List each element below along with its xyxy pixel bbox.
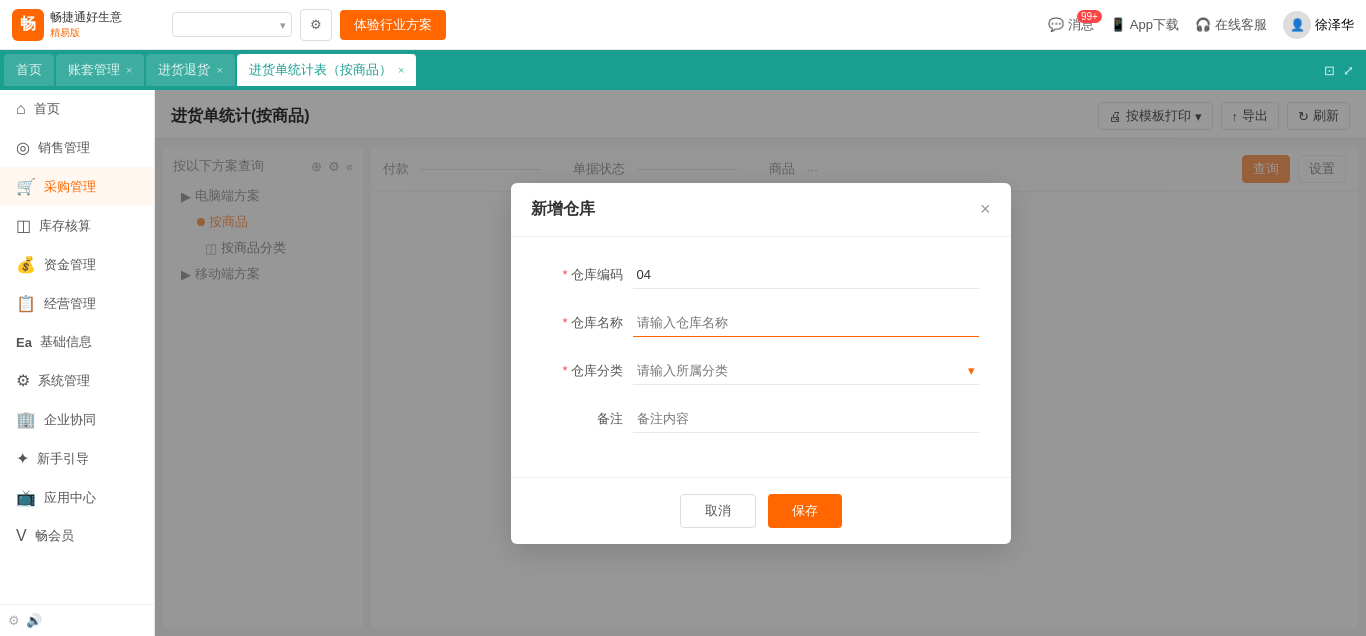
note-label: 备注 bbox=[543, 410, 623, 428]
warehouse-code-input[interactable] bbox=[633, 261, 979, 289]
gear-icon: ⚙ bbox=[310, 17, 322, 32]
note-input[interactable] bbox=[633, 405, 979, 433]
user-area[interactable]: 👤 徐泽华 bbox=[1283, 11, 1354, 39]
category-label: 仓库分类 bbox=[543, 362, 623, 380]
system-icon: ⚙ bbox=[16, 371, 30, 390]
sidebar-settings-icon[interactable]: ⚙ bbox=[8, 613, 20, 628]
modal-close-button[interactable]: × bbox=[980, 200, 991, 218]
headset-icon: 🎧 bbox=[1195, 17, 1211, 32]
category-select-input[interactable] bbox=[633, 357, 979, 384]
cancel-button[interactable]: 取消 bbox=[680, 494, 756, 528]
search-input[interactable]: 日太阳膜 bbox=[172, 12, 292, 37]
name-label: 仓库名称 bbox=[543, 314, 623, 332]
purchase-icon: 🛒 bbox=[16, 177, 36, 196]
sidebar-item-operation[interactable]: 📋 经营管理 bbox=[0, 284, 154, 323]
home-tab-label: 首页 bbox=[16, 61, 42, 79]
header-right: 💬 消息 99+ 📱 App下载 🎧 在线客服 👤 徐泽华 bbox=[1048, 11, 1354, 39]
modal-header: 新增仓库 × bbox=[511, 183, 1011, 237]
form-row-name: 仓库名称 bbox=[543, 309, 979, 337]
sales-icon: ◎ bbox=[16, 138, 30, 157]
vip-icon: V bbox=[16, 527, 27, 545]
tab-home[interactable]: 首页 bbox=[4, 54, 54, 86]
tab-expand-icon[interactable]: ⤢ bbox=[1343, 63, 1354, 78]
home-icon: ⌂ bbox=[16, 100, 26, 118]
logo-icon: 畅 bbox=[12, 9, 44, 41]
code-label: 仓库编码 bbox=[543, 266, 623, 284]
sidebar: ⌂ 首页 ◎ 销售管理 🛒 采购管理 ◫ 库存核算 💰 资金管理 📋 经营管理 … bbox=[0, 90, 155, 636]
sidebar-item-system[interactable]: ⚙ 系统管理 bbox=[0, 361, 154, 400]
operation-icon: 📋 bbox=[16, 294, 36, 313]
category-select-wrap bbox=[633, 357, 979, 385]
online-service-item[interactable]: 🎧 在线客服 bbox=[1195, 16, 1267, 34]
logo-text: 畅捷通好生意 精易版 bbox=[50, 9, 122, 40]
top-header: 畅 畅捷通好生意 精易版 日太阳膜 ⚙ 体验行业方案 💬 消息 99+ 📱 Ap… bbox=[0, 0, 1366, 50]
modal-overlay: 新增仓库 × 仓库编码 仓库名称 仓库分类 bbox=[155, 90, 1366, 636]
tab-bar-actions: ⊡ ⤢ bbox=[1324, 63, 1362, 78]
avatar: 👤 bbox=[1283, 11, 1311, 39]
tab-account[interactable]: 账套管理 × bbox=[56, 54, 144, 86]
logo-area: 畅 畅捷通好生意 精易版 bbox=[12, 9, 162, 41]
save-button[interactable]: 保存 bbox=[768, 494, 842, 528]
sidebar-item-vip[interactable]: V 畅会员 bbox=[0, 517, 154, 555]
search-area: 日太阳膜 ⚙ 体验行业方案 bbox=[172, 9, 446, 41]
account-tab-label: 账套管理 bbox=[68, 61, 120, 79]
tab-purchase-stats[interactable]: 进货单统计表（按商品） × bbox=[237, 54, 416, 86]
basic-info-icon: Ea bbox=[16, 335, 32, 350]
sidebar-item-guide[interactable]: ✦ 新手引导 bbox=[0, 439, 154, 478]
modal-footer: 取消 保存 bbox=[511, 477, 1011, 544]
sidebar-item-purchase[interactable]: 🛒 采购管理 bbox=[0, 167, 154, 206]
tab-bar: 首页 账套管理 × 进货退货 × 进货单统计表（按商品） × ⊡ ⤢ bbox=[0, 50, 1366, 90]
new-warehouse-modal: 新增仓库 × 仓库编码 仓库名称 仓库分类 bbox=[511, 183, 1011, 544]
sidebar-item-finance[interactable]: 💰 资金管理 bbox=[0, 245, 154, 284]
modal-title: 新增仓库 bbox=[531, 199, 595, 220]
content-area: 进货单统计(按商品) 🖨 按模板打印 ▾ ↑ 导出 ↻ 刷新 bbox=[155, 90, 1366, 636]
sidebar-item-basic-info[interactable]: Ea 基础信息 bbox=[0, 323, 154, 361]
finance-icon: 💰 bbox=[16, 255, 36, 274]
form-row-code: 仓库编码 bbox=[543, 261, 979, 289]
sidebar-item-app-center[interactable]: 📺 应用中心 bbox=[0, 478, 154, 517]
modal-body: 仓库编码 仓库名称 仓库分类 bbox=[511, 237, 1011, 477]
tab-restore-icon[interactable]: ⊡ bbox=[1324, 63, 1335, 78]
sidebar-item-home[interactable]: ⌂ 首页 bbox=[0, 90, 154, 128]
app-center-icon: 📺 bbox=[16, 488, 36, 507]
enterprise-icon: 🏢 bbox=[16, 410, 36, 429]
message-badge: 99+ bbox=[1077, 10, 1102, 23]
phone-icon: 📱 bbox=[1110, 17, 1126, 32]
form-row-note: 备注 bbox=[543, 405, 979, 433]
purchase-stats-tab-label: 进货单统计表（按商品） bbox=[249, 61, 392, 79]
tab-purchase-return[interactable]: 进货退货 × bbox=[146, 54, 234, 86]
tab-account-close[interactable]: × bbox=[126, 64, 132, 76]
message-item[interactable]: 💬 消息 99+ bbox=[1048, 16, 1094, 34]
warehouse-name-input[interactable] bbox=[633, 309, 979, 337]
sidebar-item-inventory[interactable]: ◫ 库存核算 bbox=[0, 206, 154, 245]
purchase-return-tab-label: 进货退货 bbox=[158, 61, 210, 79]
sidebar-bottom: ⚙ 🔊 bbox=[0, 604, 154, 636]
main-layout: ⌂ 首页 ◎ 销售管理 🛒 采购管理 ◫ 库存核算 💰 资金管理 📋 经营管理 … bbox=[0, 90, 1366, 636]
search-select-wrap: 日太阳膜 bbox=[172, 12, 292, 37]
tab-purchase-return-close[interactable]: × bbox=[216, 64, 222, 76]
form-row-category: 仓库分类 bbox=[543, 357, 979, 385]
inventory-icon: ◫ bbox=[16, 216, 31, 235]
sidebar-item-sales[interactable]: ◎ 销售管理 bbox=[0, 128, 154, 167]
guide-icon: ✦ bbox=[16, 449, 29, 468]
app-download-item[interactable]: 📱 App下载 bbox=[1110, 16, 1179, 34]
trial-button[interactable]: 体验行业方案 bbox=[340, 10, 446, 40]
gear-button[interactable]: ⚙ bbox=[300, 9, 332, 41]
tab-purchase-stats-close[interactable]: × bbox=[398, 64, 404, 76]
sidebar-audio-icon[interactable]: 🔊 bbox=[26, 613, 42, 628]
sidebar-item-enterprise[interactable]: 🏢 企业协同 bbox=[0, 400, 154, 439]
message-icon: 💬 bbox=[1048, 17, 1064, 32]
